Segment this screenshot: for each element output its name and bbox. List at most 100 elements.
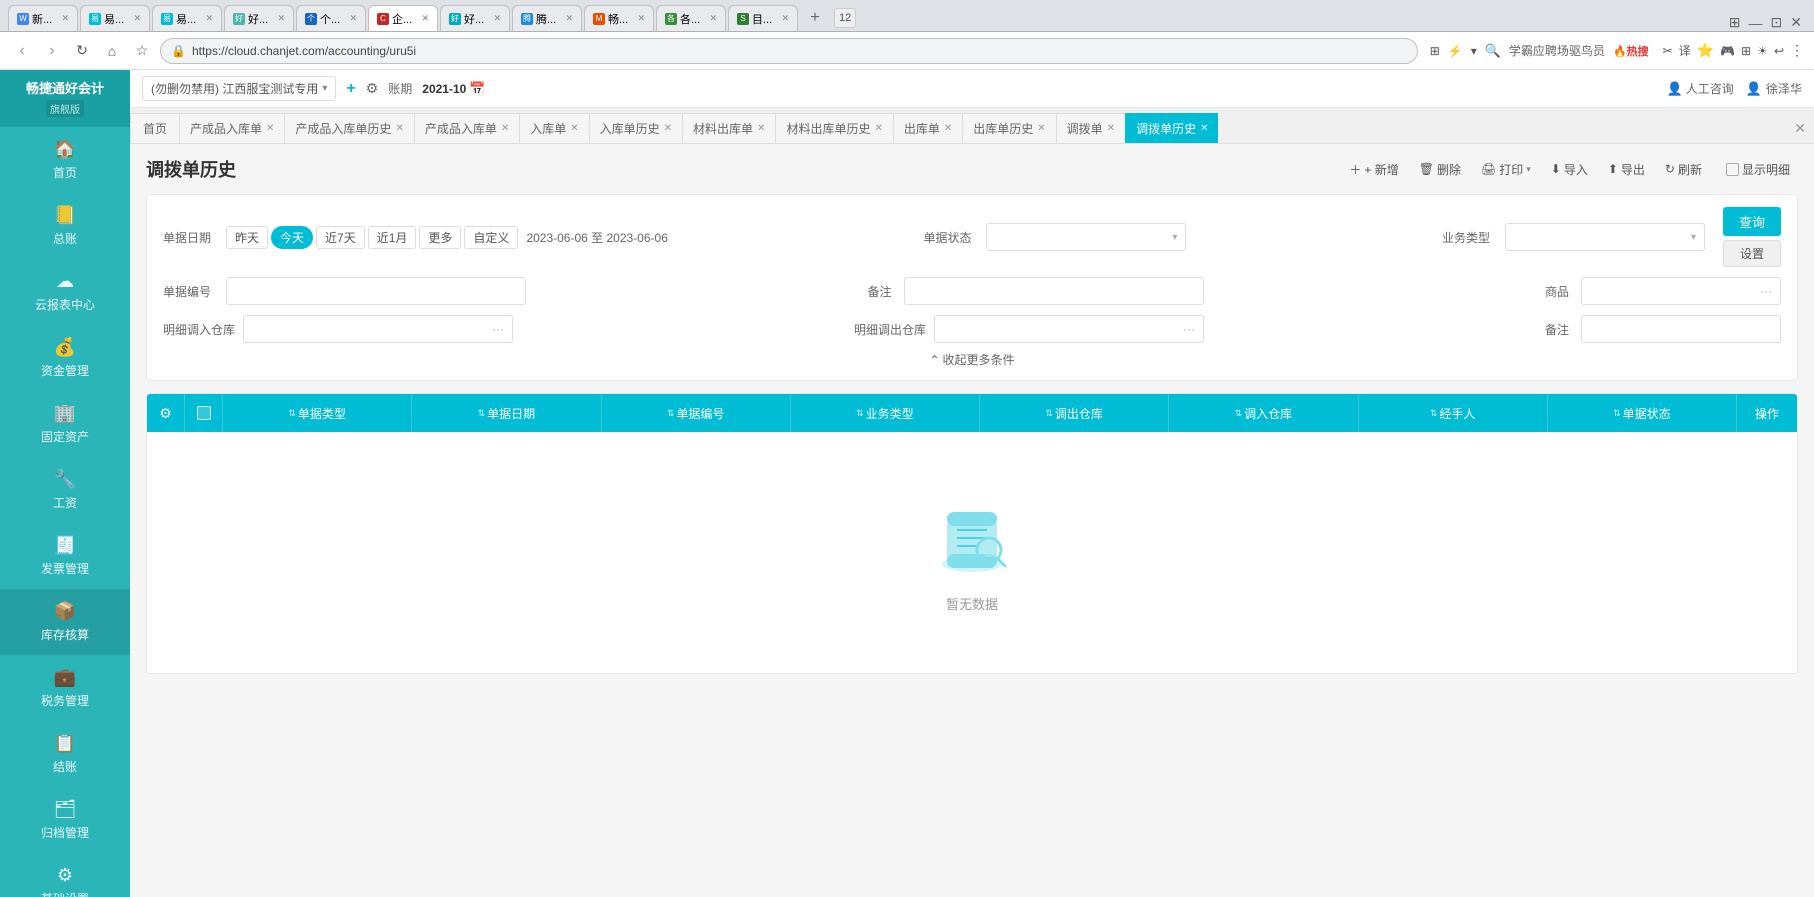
sidebar-item-closing[interactable]: 📋 结账 (0, 721, 130, 787)
tab-close-icon[interactable]: ✕ (1200, 123, 1208, 134)
tab-close-icon[interactable]: ✕ (133, 13, 141, 24)
settings-gear-button[interactable]: ⚙ (366, 80, 379, 97)
th-type[interactable]: ⇅ 单据类型 (223, 394, 412, 432)
browser-tab-active[interactable]: C 企... ✕ (368, 5, 438, 31)
export-button[interactable]: ⬆ 导出 (1600, 157, 1653, 182)
display-toggle[interactable]: 显示明细 (1718, 157, 1798, 182)
tab-close-icon[interactable]: ✕ (570, 123, 578, 134)
th-date[interactable]: ⇅ 单据日期 (412, 394, 601, 432)
tab-bar-close[interactable]: ✕ (1790, 14, 1802, 31)
import-button[interactable]: ⬇ 导入 (1543, 157, 1596, 182)
tab-close-icon[interactable]: ✕ (395, 123, 403, 134)
th-handler[interactable]: ⇅ 经手人 (1359, 394, 1548, 432)
nav-forward-button[interactable]: › (40, 39, 64, 63)
browser-tab-1[interactable]: W 新... ✕ (8, 5, 78, 31)
sidebar-item-ledger[interactable]: 📒 总账 (0, 193, 130, 259)
browser-tab-4[interactable]: 好 好... ✕ (224, 5, 294, 31)
page-tab-active[interactable]: 调拨单历史 ✕ (1125, 113, 1218, 143)
tab-close-icon[interactable]: ✕ (565, 13, 573, 24)
page-tab-5[interactable]: 入库单历史 ✕ (589, 113, 682, 143)
th-biz-type[interactable]: ⇅ 业务类型 (791, 394, 980, 432)
tab-close-icon[interactable]: ✕ (205, 13, 213, 24)
new-button[interactable]: ＋ + 新增 (1341, 157, 1406, 182)
goods-input[interactable]: ··· (1581, 277, 1781, 305)
tab-close-icon[interactable]: ✕ (781, 13, 789, 24)
custom-btn[interactable]: 自定义 (464, 226, 518, 249)
consulting-button[interactable]: 👤 人工咨询 (1667, 80, 1734, 97)
page-tab-8[interactable]: 出库单 ✕ (893, 113, 962, 143)
th-gear[interactable]: ⚙ (147, 394, 185, 432)
sidebar-item-fixed-assets[interactable]: 🏢 固定资产 (0, 391, 130, 457)
browser-tab-2[interactable]: 易 易... ✕ (80, 5, 150, 31)
status-select[interactable]: ▾ (986, 223, 1186, 251)
tab-close-icon[interactable]: ✕ (61, 13, 69, 24)
page-tab-home[interactable]: 首页 (130, 113, 179, 143)
last7days-btn[interactable]: 近7天 (316, 226, 365, 249)
company-selector[interactable]: (勿删勿禁用) 江西服宝测试专用 ▾ (142, 76, 336, 101)
page-tab-9[interactable]: 出库单历史 ✕ (962, 113, 1055, 143)
yesterday-btn[interactable]: 昨天 (226, 226, 268, 249)
tab-close-icon[interactable]: ✕ (421, 13, 429, 24)
sidebar-item-archive[interactable]: 🗂 归档管理 (0, 787, 130, 853)
tab-close-icon[interactable]: ✕ (874, 123, 882, 134)
tab-close-icon[interactable]: ✕ (664, 123, 672, 134)
nav-home-button[interactable]: ⌂ (100, 39, 124, 63)
page-tab-2[interactable]: 产成品入库单历史 ✕ (284, 113, 413, 143)
add-account-button[interactable]: + (346, 80, 355, 98)
voucher-no-input[interactable] (226, 277, 526, 305)
page-tab-1[interactable]: 产成品入库单 ✕ (179, 113, 284, 143)
page-tab-3[interactable]: 产成品入库单 ✕ (414, 113, 519, 143)
browser-tab-11[interactable]: S 目... ✕ (728, 5, 798, 31)
tab-close-icon[interactable]: ✕ (757, 123, 765, 134)
detail-remark-input[interactable] (1581, 315, 1781, 343)
sidebar-item-report[interactable]: ☁ 云报表中心 (0, 259, 130, 325)
tab-close-icon[interactable]: ✕ (1107, 123, 1115, 134)
page-tab-4[interactable]: 入库单 ✕ (519, 113, 588, 143)
sidebar-item-invoice[interactable]: 🧾 发票管理 (0, 523, 130, 589)
sidebar-item-tax[interactable]: 💼 税务管理 (0, 655, 130, 721)
browser-tab-5[interactable]: 个 个... ✕ (296, 5, 366, 31)
tab-close-icon[interactable]: ✕ (637, 13, 645, 24)
detail-in-input[interactable]: ··· (243, 315, 513, 343)
page-tab-6[interactable]: 材料出库单 ✕ (682, 113, 775, 143)
browser-tab-7[interactable]: 好 好... ✕ (440, 5, 510, 31)
th-no[interactable]: ⇅ 单据编号 (602, 394, 791, 432)
period-value[interactable]: 2021-10 📅 (422, 81, 485, 97)
collapse-button[interactable]: ⌃ 收起更多条件 (929, 351, 1014, 368)
print-button[interactable]: 🖨 打印 ▾ (1473, 157, 1539, 182)
business-type-select[interactable]: ▾ (1505, 223, 1705, 251)
new-tab-button[interactable]: + (802, 5, 828, 31)
detail-out-input[interactable]: ··· (934, 315, 1204, 343)
tab-close-icon[interactable]: ✕ (709, 13, 717, 24)
remark-input[interactable] (904, 277, 1204, 305)
last1month-btn[interactable]: 近1月 (368, 226, 417, 249)
th-out-wh[interactable]: ⇅ 调出仓库 (980, 394, 1169, 432)
query-button[interactable]: 查询 (1723, 207, 1781, 236)
tab-close-icon[interactable]: ✕ (501, 123, 509, 134)
sidebar-item-home[interactable]: 🏠 首页 (0, 127, 130, 193)
sidebar-item-payroll[interactable]: 🔧 工资 (0, 457, 130, 523)
tab-close-icon[interactable]: ✕ (493, 13, 501, 24)
browser-tab-8[interactable]: 腾 腾... ✕ (512, 5, 582, 31)
page-tab-close-panel[interactable]: ✕ (1786, 113, 1814, 143)
settings-button[interactable]: 设置 (1723, 240, 1781, 267)
refresh-button[interactable]: ↻ 刷新 (1657, 157, 1710, 182)
tab-close-icon[interactable]: ✕ (277, 13, 285, 24)
tab-close-icon[interactable]: ✕ (266, 123, 274, 134)
tab-close-icon[interactable]: ✕ (349, 13, 357, 24)
nav-refresh-button[interactable]: ↻ (70, 39, 94, 63)
nav-back-button[interactable]: ‹ (10, 39, 34, 63)
delete-button[interactable]: 🗑 删除 (1411, 157, 1469, 182)
user-info[interactable]: 👤 徐泽华 (1746, 80, 1802, 97)
tab-close-icon[interactable]: ✕ (1037, 123, 1045, 134)
browser-tab-3[interactable]: 易 易... ✕ (152, 5, 222, 31)
more-btn[interactable]: 更多 (419, 226, 461, 249)
page-tab-7[interactable]: 材料出库单历史 ✕ (775, 113, 892, 143)
browser-tab-10[interactable]: 各 各... ✕ (656, 5, 726, 31)
th-checkbox[interactable] (185, 394, 223, 432)
nav-bookmark-button[interactable]: ☆ (130, 39, 154, 63)
sidebar-item-inventory[interactable]: 📦 库存核算 (0, 589, 130, 655)
th-in-wh[interactable]: ⇅ 调入仓库 (1169, 394, 1358, 432)
tab-close-icon[interactable]: ✕ (944, 123, 952, 134)
page-tab-10[interactable]: 调拨单 ✕ (1056, 113, 1125, 143)
